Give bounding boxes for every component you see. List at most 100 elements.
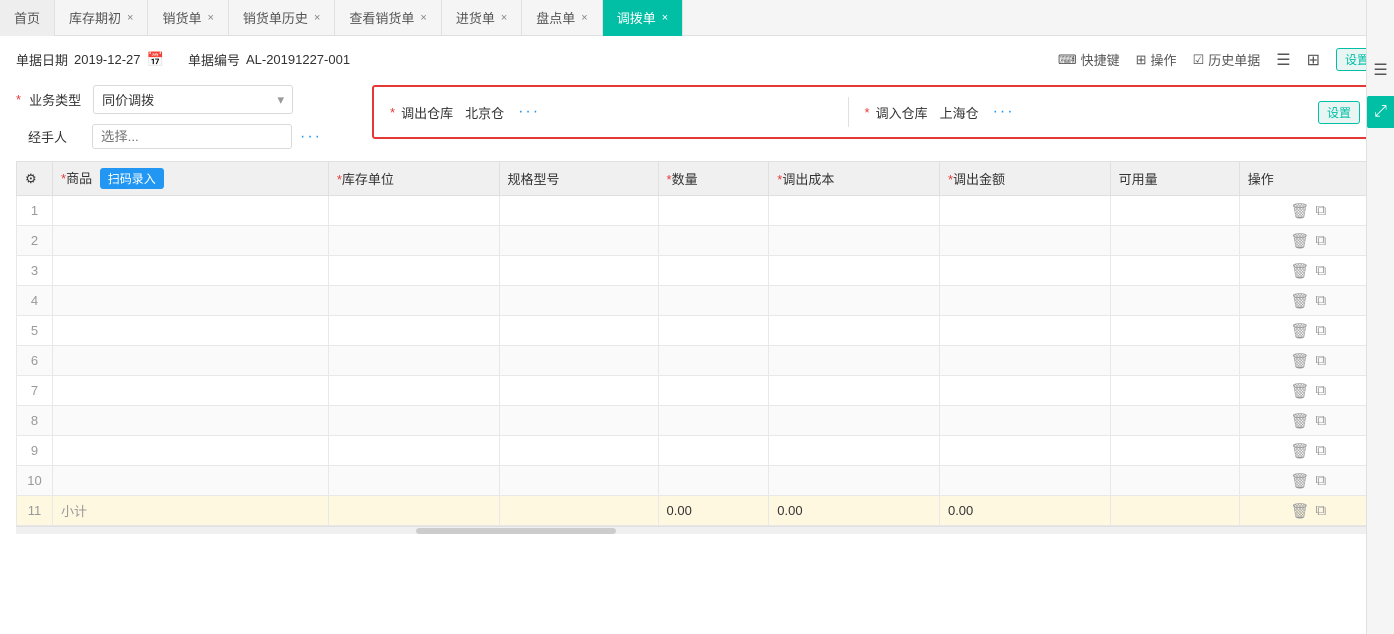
delete-icon[interactable]: 🗑 bbox=[1290, 322, 1309, 340]
layout-icon-1[interactable]: ☰ bbox=[1276, 50, 1290, 70]
spec-cell[interactable] bbox=[499, 256, 658, 286]
cost-cell[interactable] bbox=[769, 196, 940, 226]
operations-btn[interactable]: ⊞ 操作 bbox=[1136, 50, 1177, 69]
copy-icon[interactable]: ⧉ bbox=[1316, 412, 1327, 429]
amount-cell[interactable] bbox=[939, 376, 1110, 406]
cost-cell[interactable] bbox=[769, 406, 940, 436]
qty-cell[interactable] bbox=[658, 316, 769, 346]
unit-cell[interactable] bbox=[328, 226, 499, 256]
history-btn[interactable]: ☑ 历史单据 bbox=[1193, 50, 1261, 69]
tab-transfer-close[interactable]: × bbox=[662, 12, 668, 24]
out-warehouse-dots[interactable]: ··· bbox=[518, 103, 540, 121]
qty-cell[interactable] bbox=[658, 376, 769, 406]
qty-cell[interactable] bbox=[658, 406, 769, 436]
unit-cell[interactable] bbox=[328, 316, 499, 346]
available-cell[interactable] bbox=[1110, 406, 1239, 436]
qty-cell[interactable] bbox=[658, 226, 769, 256]
unit-cell[interactable] bbox=[328, 256, 499, 286]
delete-icon[interactable]: 🗑 bbox=[1290, 502, 1309, 520]
copy-icon[interactable]: ⧉ bbox=[1316, 232, 1327, 249]
horizontal-scrollbar[interactable] bbox=[16, 526, 1378, 534]
amount-cell[interactable] bbox=[939, 196, 1110, 226]
spec-cell[interactable] bbox=[499, 196, 658, 226]
qty-cell[interactable] bbox=[658, 436, 769, 466]
unit-cell[interactable] bbox=[328, 436, 499, 466]
cost-cell[interactable] bbox=[769, 316, 940, 346]
available-cell[interactable] bbox=[1110, 256, 1239, 286]
amount-cell[interactable] bbox=[939, 346, 1110, 376]
copy-icon[interactable]: ⧉ bbox=[1316, 382, 1327, 399]
available-cell[interactable] bbox=[1110, 436, 1239, 466]
cost-cell[interactable] bbox=[769, 376, 940, 406]
amount-cell[interactable] bbox=[939, 406, 1110, 436]
sidebar-list-icon[interactable]: ☰ bbox=[1373, 60, 1387, 80]
tab-home[interactable]: 首页 bbox=[0, 0, 55, 36]
amount-cell[interactable] bbox=[939, 466, 1110, 496]
scrollbar-thumb[interactable] bbox=[416, 528, 616, 534]
amount-cell[interactable] bbox=[939, 256, 1110, 286]
available-cell[interactable] bbox=[1110, 226, 1239, 256]
tab-stocktake[interactable]: 盘点单 × bbox=[522, 0, 602, 36]
product-cell[interactable] bbox=[53, 286, 329, 316]
tab-view-sales-close[interactable]: × bbox=[420, 12, 426, 24]
unit-cell[interactable] bbox=[328, 466, 499, 496]
tab-transfer[interactable]: 调拨单 × bbox=[603, 0, 683, 36]
tab-sales-history-close[interactable]: × bbox=[314, 12, 320, 24]
cost-cell[interactable] bbox=[769, 466, 940, 496]
delete-icon[interactable]: 🗑 bbox=[1290, 442, 1309, 460]
delete-icon[interactable]: 🗑 bbox=[1290, 232, 1309, 250]
available-cell[interactable] bbox=[1110, 316, 1239, 346]
copy-icon[interactable]: ⧉ bbox=[1316, 292, 1327, 309]
available-cell[interactable] bbox=[1110, 286, 1239, 316]
layout-icon-2[interactable]: ⊞ bbox=[1307, 50, 1320, 70]
in-warehouse-dots[interactable]: ··· bbox=[993, 103, 1015, 121]
cost-cell[interactable] bbox=[769, 256, 940, 286]
product-cell[interactable] bbox=[53, 226, 329, 256]
available-cell[interactable] bbox=[1110, 376, 1239, 406]
qty-cell[interactable] bbox=[658, 346, 769, 376]
product-cell[interactable] bbox=[53, 436, 329, 466]
scan-button[interactable]: 扫码录入 bbox=[100, 168, 164, 189]
tab-sales-history[interactable]: 销货单历史 × bbox=[229, 0, 335, 36]
delete-icon[interactable]: 🗑 bbox=[1290, 292, 1309, 310]
sidebar-expand-icon[interactable]: ⤢ bbox=[1367, 96, 1394, 128]
copy-icon[interactable]: ⧉ bbox=[1316, 472, 1327, 489]
spec-cell[interactable] bbox=[499, 376, 658, 406]
shortcuts-btn[interactable]: ⌨ 快捷键 bbox=[1058, 50, 1120, 69]
product-cell[interactable] bbox=[53, 256, 329, 286]
delete-icon[interactable]: 🗑 bbox=[1290, 412, 1309, 430]
amount-cell[interactable] bbox=[939, 286, 1110, 316]
unit-cell[interactable] bbox=[328, 376, 499, 406]
spec-cell[interactable] bbox=[499, 466, 658, 496]
qty-cell[interactable] bbox=[658, 256, 769, 286]
product-cell[interactable] bbox=[53, 376, 329, 406]
delete-icon[interactable]: 🗑 bbox=[1290, 262, 1309, 280]
amount-cell[interactable] bbox=[939, 436, 1110, 466]
delete-icon[interactable]: 🗑 bbox=[1290, 352, 1309, 370]
handler-input[interactable] bbox=[92, 124, 292, 149]
copy-icon[interactable]: ⧉ bbox=[1316, 202, 1327, 219]
amount-cell[interactable] bbox=[939, 316, 1110, 346]
warehouse-settings-button[interactable]: 设置 bbox=[1318, 101, 1360, 124]
product-cell[interactable] bbox=[53, 406, 329, 436]
business-type-select[interactable]: 同价调拨 ▾ bbox=[93, 85, 293, 114]
spec-cell[interactable] bbox=[499, 226, 658, 256]
gear-column-header[interactable]: ⚙ bbox=[17, 162, 53, 196]
amount-cell[interactable] bbox=[939, 226, 1110, 256]
product-cell[interactable] bbox=[53, 196, 329, 226]
cost-cell[interactable] bbox=[769, 226, 940, 256]
cost-cell[interactable] bbox=[769, 436, 940, 466]
tab-sales-order[interactable]: 销货单 × bbox=[148, 0, 228, 36]
spec-cell[interactable] bbox=[499, 406, 658, 436]
spec-cell[interactable] bbox=[499, 286, 658, 316]
tab-view-sales[interactable]: 查看销货单 × bbox=[335, 0, 441, 36]
qty-cell[interactable] bbox=[658, 466, 769, 496]
tab-purchase[interactable]: 进货单 × bbox=[442, 0, 522, 36]
tab-inventory-init-close[interactable]: × bbox=[127, 12, 133, 24]
delete-icon[interactable]: 🗑 bbox=[1290, 472, 1309, 490]
spec-cell[interactable] bbox=[499, 346, 658, 376]
product-cell[interactable] bbox=[53, 466, 329, 496]
product-cell[interactable] bbox=[53, 346, 329, 376]
tab-sales-order-close[interactable]: × bbox=[207, 12, 213, 24]
cost-cell[interactable] bbox=[769, 346, 940, 376]
